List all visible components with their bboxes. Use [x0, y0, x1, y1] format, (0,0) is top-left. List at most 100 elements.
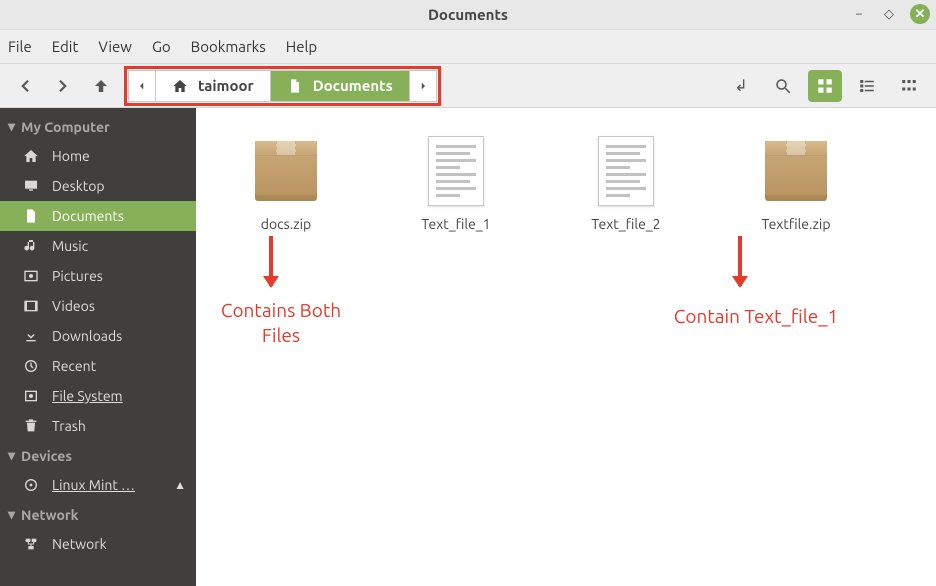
sidebar-item-label: Music — [52, 238, 88, 254]
videos-icon — [22, 298, 40, 314]
downloads-icon — [22, 328, 40, 344]
file-item[interactable]: docs.zip — [236, 136, 336, 232]
eject-icon[interactable]: ▲ — [174, 478, 186, 492]
sidebar-item-music[interactable]: Music — [0, 231, 196, 261]
file-item[interactable]: Textfile.zip — [746, 136, 846, 232]
file-label: Textfile.zip — [761, 216, 830, 232]
sidebar-item-pictures[interactable]: Pictures — [0, 261, 196, 291]
file-label: Text_file_2 — [591, 216, 660, 232]
annotation-arrow — [738, 236, 742, 286]
maximize-button[interactable]: ◇ — [880, 5, 898, 23]
document-icon — [22, 208, 40, 224]
file-view[interactable]: docs.zip Text_file_1 T — [196, 108, 936, 586]
text-file-icon — [428, 136, 484, 206]
sidebar-item-label: Recent — [52, 358, 96, 374]
sidebar-section-devices[interactable]: ▾ Devices — [0, 441, 196, 470]
sidebar-item-videos[interactable]: Videos — [0, 291, 196, 321]
filesystem-icon — [22, 388, 40, 404]
sidebar-item-filesystem[interactable]: File System — [0, 381, 196, 411]
breadcrumb-prev[interactable] — [128, 70, 156, 102]
sidebar-section-network[interactable]: ▾ Network — [0, 500, 196, 529]
annotation-arrow — [269, 236, 273, 286]
sidebar-section-label: Devices — [21, 448, 72, 464]
sidebar-item-downloads[interactable]: Downloads — [0, 321, 196, 351]
nav-up-button[interactable] — [86, 71, 116, 101]
trash-icon — [22, 418, 40, 434]
sidebar-item-label: Trash — [52, 418, 86, 434]
icon-view-button[interactable] — [808, 70, 842, 102]
search-button[interactable] — [766, 70, 800, 102]
menu-bookmarks[interactable]: Bookmarks — [191, 38, 266, 55]
sidebar-section-label: Network — [21, 507, 79, 523]
sidebar-section-label: My Computer — [21, 119, 110, 135]
sidebar-item-trash[interactable]: Trash — [0, 411, 196, 441]
file-item[interactable]: Text_file_1 — [406, 136, 506, 232]
menu-go[interactable]: Go — [152, 38, 171, 55]
text-file-icon — [598, 136, 654, 206]
annotation-text-right: Contain Text_file_1 — [646, 304, 866, 329]
arrow-up-icon — [92, 77, 110, 95]
recent-icon — [22, 358, 40, 374]
menu-edit[interactable]: Edit — [52, 38, 79, 55]
sidebar: ▾ My Computer Home Desktop Documents Mus… — [0, 108, 196, 586]
toggle-location-button[interactable]: ↲ — [724, 70, 758, 102]
nav-forward-button[interactable] — [48, 71, 78, 101]
file-grid: docs.zip Text_file_1 T — [236, 136, 916, 232]
chevron-down-icon: ▾ — [8, 447, 15, 464]
breadcrumb-home-label: taimoor — [198, 77, 254, 94]
breadcrumb: taimoor Documents — [124, 66, 441, 106]
file-item[interactable]: Text_file_2 — [576, 136, 676, 232]
sidebar-item-home[interactable]: Home — [0, 141, 196, 171]
nav-back-button[interactable] — [10, 71, 40, 101]
compact-view-button[interactable] — [892, 70, 926, 102]
breadcrumb-home-segment[interactable]: taimoor — [156, 70, 271, 102]
sidebar-section-my-computer[interactable]: ▾ My Computer — [0, 112, 196, 141]
arrow-right-icon — [54, 77, 72, 95]
disc-icon — [22, 477, 40, 493]
compact-icon — [900, 77, 918, 95]
breadcrumb-current-label: Documents — [313, 77, 393, 94]
archive-icon — [255, 141, 317, 201]
sidebar-item-desktop[interactable]: Desktop — [0, 171, 196, 201]
sidebar-item-label: Home — [52, 148, 90, 164]
file-label: Text_file_1 — [421, 216, 490, 232]
sidebar-item-recent[interactable]: Recent — [0, 351, 196, 381]
sidebar-item-label: Pictures — [52, 268, 103, 284]
sidebar-item-network[interactable]: Network — [0, 529, 196, 559]
list-icon — [858, 77, 876, 95]
grid-icon — [816, 77, 834, 95]
pictures-icon — [22, 268, 40, 284]
sidebar-item-label: Videos — [52, 298, 95, 314]
home-icon — [172, 78, 188, 94]
list-view-button[interactable] — [850, 70, 884, 102]
sidebar-item-label: Network — [52, 536, 107, 552]
annotation-text-left: Contains Both Files — [206, 298, 356, 347]
chevron-left-icon — [137, 81, 147, 91]
toggle-location-icon: ↲ — [734, 76, 747, 95]
minimize-button[interactable]: − — [850, 5, 868, 23]
sidebar-item-label: File System — [52, 388, 123, 404]
toolbar: taimoor Documents ↲ — [0, 64, 936, 108]
window-controls: − ◇ ✕ — [850, 4, 930, 24]
menubar: File Edit View Go Bookmarks Help — [0, 30, 936, 64]
close-button[interactable]: ✕ — [910, 4, 930, 24]
sidebar-item-documents[interactable]: Documents — [0, 201, 196, 231]
menu-help[interactable]: Help — [286, 38, 317, 55]
titlebar: Documents − ◇ ✕ — [0, 0, 936, 30]
network-icon — [22, 536, 40, 552]
breadcrumb-next[interactable] — [409, 70, 437, 102]
home-icon — [22, 148, 40, 164]
sidebar-item-label: Linux Mint … — [52, 477, 135, 493]
document-icon — [287, 78, 303, 94]
sidebar-item-label: Documents — [52, 208, 124, 224]
file-label: docs.zip — [261, 216, 311, 232]
desktop-icon — [22, 178, 40, 194]
chevron-down-icon: ▾ — [8, 118, 15, 135]
menu-file[interactable]: File — [8, 38, 32, 55]
window-title: Documents — [428, 6, 508, 23]
arrow-left-icon — [16, 77, 34, 95]
menu-view[interactable]: View — [98, 38, 132, 55]
sidebar-item-linux-mint[interactable]: Linux Mint … ▲ — [0, 470, 196, 500]
breadcrumb-current-segment[interactable]: Documents — [271, 70, 409, 102]
sidebar-item-label: Downloads — [52, 328, 122, 344]
